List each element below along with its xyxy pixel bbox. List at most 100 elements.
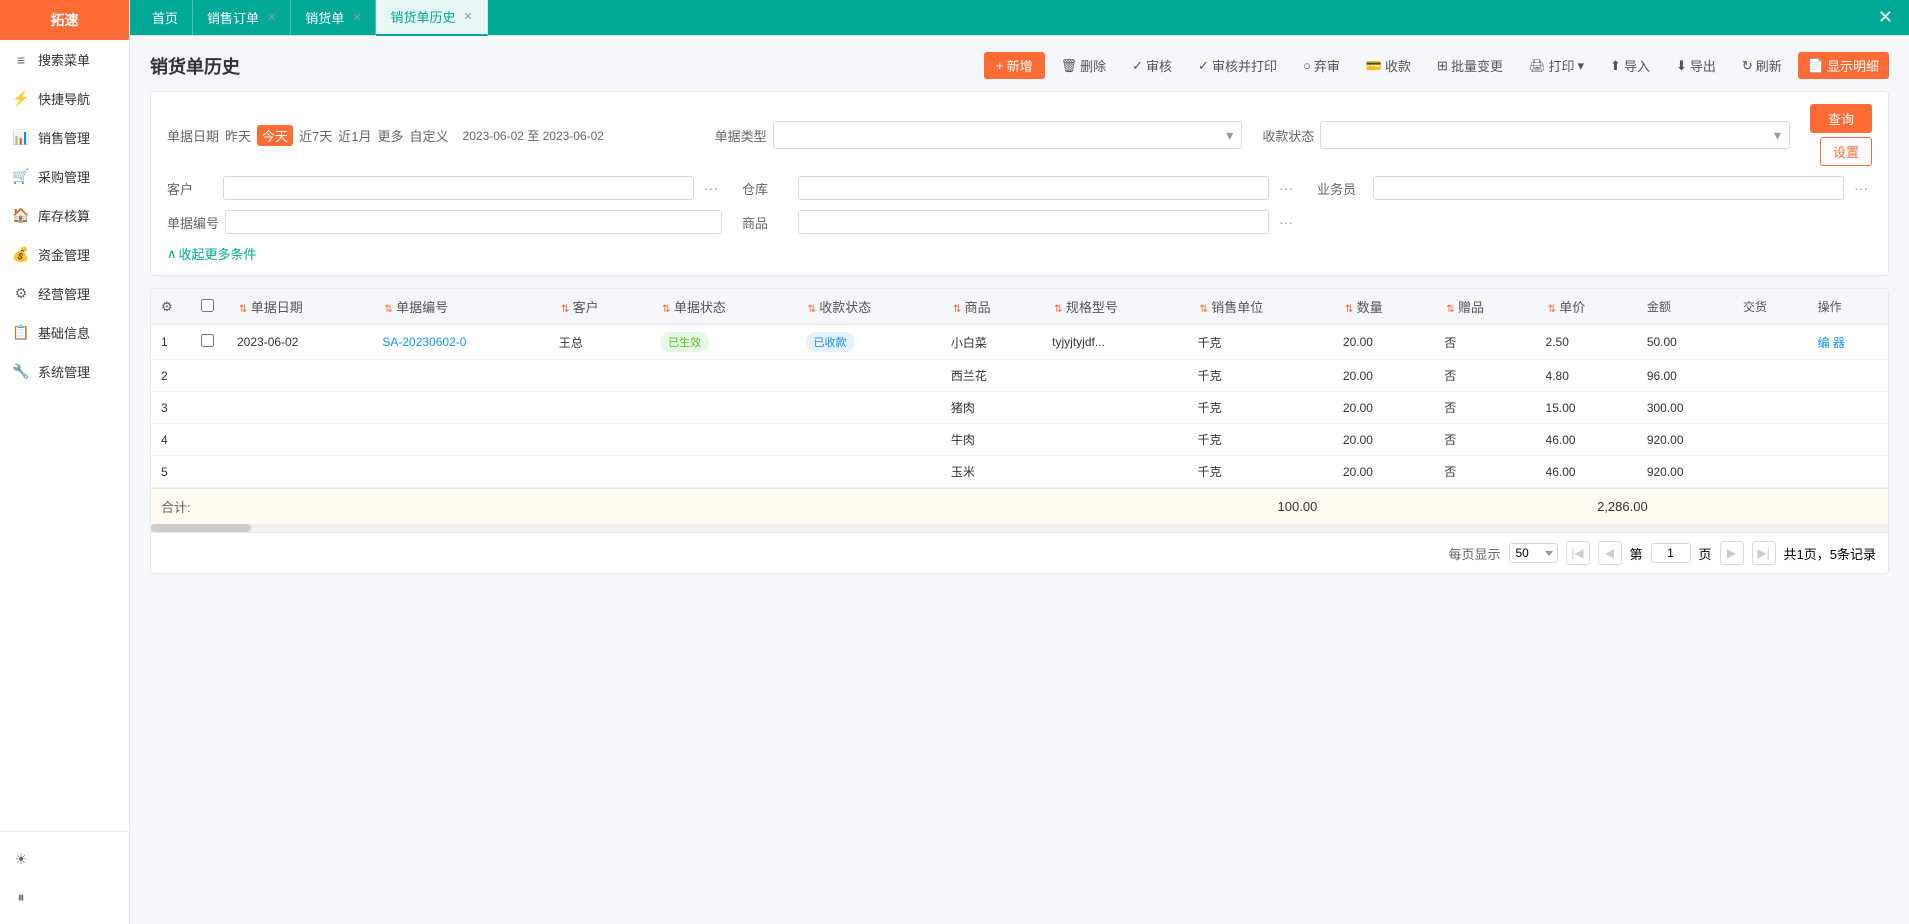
cell-doc-date (227, 456, 372, 488)
export-button[interactable]: ⬇ 导出 (1666, 52, 1726, 79)
col-quantity[interactable]: ⇅ 数量 (1333, 289, 1434, 325)
salesperson-input[interactable] (1373, 176, 1844, 200)
print-button[interactable]: 🖨 打印 ▾ (1519, 52, 1594, 79)
print-icon: 🖨 (1529, 58, 1546, 74)
sidebar-item-sales-mgmt[interactable]: 📊 销售管理 (0, 118, 129, 157)
cell-transaction (1733, 325, 1808, 360)
warehouse-ellipsis[interactable]: ··· (1275, 180, 1297, 196)
tab-sales-delivery-close[interactable]: ✕ (352, 11, 361, 24)
sidebar-item-system-mgmt[interactable]: 🔧 系统管理 (0, 352, 129, 391)
collapse-filter-btn[interactable]: ∧ 收起更多条件 (167, 244, 1872, 263)
horizontal-scrollbar[interactable] (151, 524, 1888, 532)
page-size-select[interactable]: 20 50 100 200 (1509, 543, 1558, 563)
prev-page-btn[interactable]: ◀ (1598, 541, 1622, 565)
shortcut-yesterday[interactable]: 昨天 (225, 126, 251, 145)
doc-no-input[interactable] (225, 210, 722, 234)
col-customer[interactable]: ⇅ 客户 (549, 289, 650, 325)
edit-action[interactable]: 编 (1818, 336, 1830, 350)
sidebar-item-label-system: 系统管理 (38, 362, 90, 381)
collect-status-badge: 已收款 (806, 332, 855, 352)
settings-button[interactable]: 设置 (1820, 137, 1872, 166)
tab-sales-delivery[interactable]: 销货单 ✕ (291, 0, 376, 36)
warehouse-input[interactable] (798, 176, 1269, 200)
more-action[interactable]: 器 (1833, 336, 1845, 350)
cell-amount: 920.00 (1637, 424, 1733, 456)
tab-sales-history[interactable]: 销货单历史 ✕ (376, 0, 487, 36)
col-doc-status[interactable]: ⇅ 单据状态 (650, 289, 795, 325)
table-settings-icon[interactable]: ⚙ (161, 299, 173, 314)
export-icon: ⬇ (1676, 58, 1687, 74)
select-all-checkbox[interactable] (201, 299, 214, 312)
abandon-button[interactable]: ○ 弃审 (1293, 52, 1350, 79)
sidebar-item-basic-info[interactable]: 📋 基础信息 (0, 313, 129, 352)
cell-checkbox (191, 325, 227, 360)
tab-sales-order-close[interactable]: ✕ (267, 11, 276, 24)
tab-home[interactable]: 首页 (138, 0, 193, 36)
cell-transaction (1733, 424, 1808, 456)
col-gift[interactable]: ⇅ 赠品 (1434, 289, 1535, 325)
col-unit-price[interactable]: ⇅ 单价 (1536, 289, 1637, 325)
shortcut-more[interactable]: 更多 (378, 126, 404, 145)
audit-button[interactable]: ✓ 审核 (1122, 52, 1182, 79)
audit-print-button[interactable]: ✓ 审核并打印 (1188, 52, 1287, 79)
query-button[interactable]: 查询 (1810, 104, 1872, 133)
sidebar-theme-btn[interactable]: ☀ (0, 840, 129, 878)
col-doc-date[interactable]: ⇅ 单据日期 (227, 289, 372, 325)
delete-button[interactable]: 🗑 删除 (1051, 52, 1117, 79)
col-spec-type[interactable]: ⇅ 规格型号 (1042, 289, 1187, 325)
pause-icon: ⏸ (12, 888, 30, 906)
row-checkbox[interactable] (201, 334, 214, 347)
cell-gift: 否 (1434, 424, 1535, 456)
scrollbar-thumb[interactable] (151, 524, 251, 532)
tab-sales-history-close[interactable]: ✕ (464, 10, 473, 23)
next-page-btn[interactable]: ▶ (1720, 541, 1744, 565)
sidebar-item-purchase-mgmt[interactable]: 🛒 采购管理 (0, 157, 129, 196)
collect-status-input[interactable] (1329, 124, 1774, 146)
goods-input[interactable] (798, 210, 1269, 234)
doc-type-input[interactable] (782, 124, 1227, 146)
sidebar-item-finance-mgmt[interactable]: 💰 资金管理 (0, 235, 129, 274)
add-button[interactable]: + 新增 (984, 52, 1045, 79)
page-number-input[interactable] (1651, 543, 1691, 563)
shortcut-last1month[interactable]: 近1月 (338, 126, 371, 145)
collect-button[interactable]: 💳 收款 (1356, 52, 1421, 79)
col-goods[interactable]: ⇅ 商品 (941, 289, 1042, 325)
cell-doc-status (650, 456, 795, 488)
collapse-more-button[interactable]: ∧ 收起更多条件 (167, 244, 257, 263)
cell-checkbox (191, 392, 227, 424)
first-page-btn[interactable]: |◀ (1566, 541, 1590, 565)
salesperson-label: 业务员 (1317, 179, 1367, 198)
sidebar-bottom: ☀ ⏸ (0, 831, 129, 924)
sidebar-item-quick-nav[interactable]: ⚡ 快捷导航 (0, 79, 129, 118)
batch-change-button[interactable]: ⊞ 批量变更 (1427, 52, 1513, 79)
col-collect-status[interactable]: ⇅ 收款状态 (796, 289, 941, 325)
sidebar-item-search-menu[interactable]: ≡ 搜索菜单 (0, 40, 129, 79)
purchase-icon: 🛒 (12, 168, 30, 186)
shortcut-custom[interactable]: 自定义 (410, 126, 449, 145)
sidebar-item-label-sales: 销售管理 (38, 128, 90, 147)
sidebar-pause-btn[interactable]: ⏸ (0, 878, 129, 916)
sidebar-item-inventory-calc[interactable]: 🏠 库存核算 (0, 196, 129, 235)
collect-status-sort-icon: ⇅ (808, 304, 816, 315)
refresh-button[interactable]: ↻ 刷新 (1732, 52, 1792, 79)
cell-goods: 西兰花 (941, 360, 1042, 392)
cell-doc-status (650, 360, 795, 392)
last-page-btn[interactable]: ▶| (1752, 541, 1776, 565)
col-sales-unit[interactable]: ⇅ 销售单位 (1188, 289, 1333, 325)
shortcut-last7days[interactable]: 近7天 (299, 126, 332, 145)
import-button[interactable]: ⬆ 导入 (1600, 52, 1660, 79)
salesperson-ellipsis[interactable]: ··· (1850, 180, 1872, 196)
cell-sales-unit: 千克 (1188, 392, 1333, 424)
tab-sales-order[interactable]: 销售订单 ✕ (193, 0, 291, 36)
show-detail-button[interactable]: 📄 显示明细 (1798, 52, 1889, 79)
customer-ellipsis[interactable]: ··· (700, 180, 722, 196)
customer-input[interactable] (223, 176, 694, 200)
cell-amount: 50.00 (1637, 325, 1733, 360)
sidebar-item-operation-mgmt[interactable]: ⚙ 经营管理 (0, 274, 129, 313)
doc-no-link[interactable]: SA-20230602-0 (382, 335, 466, 349)
close-all-tabs[interactable]: ✕ (1870, 7, 1901, 28)
col-settings[interactable]: ⚙ (151, 289, 191, 325)
col-doc-no[interactable]: ⇅ 单据编号 (372, 289, 548, 325)
goods-ellipsis[interactable]: ··· (1275, 214, 1297, 230)
shortcut-today[interactable]: 今天 (257, 125, 293, 146)
